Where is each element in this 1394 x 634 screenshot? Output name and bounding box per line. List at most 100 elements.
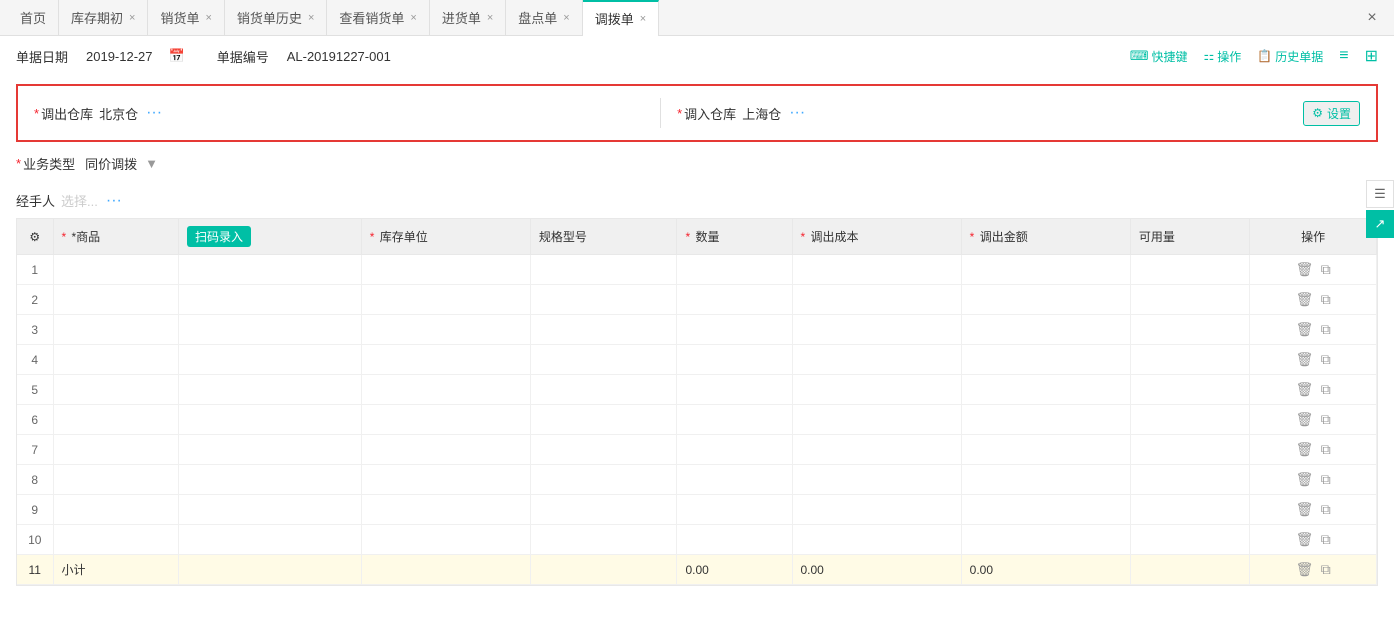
spec-cell-10[interactable] — [530, 525, 677, 555]
spec-cell-9[interactable] — [530, 495, 677, 525]
copy-icon-9[interactable]: ⧉ — [1321, 501, 1331, 517]
spec-cell-8[interactable] — [530, 465, 677, 495]
product-cell-1[interactable] — [53, 255, 179, 285]
amount-cell-8[interactable] — [961, 465, 1130, 495]
subtotal-delete-icon[interactable]: 🗑 — [1296, 561, 1314, 577]
amount-cell-5[interactable] — [961, 375, 1130, 405]
delete-icon-6[interactable]: 🗑 — [1296, 411, 1314, 427]
copy-icon-2[interactable]: ⧉ — [1321, 291, 1331, 307]
amount-cell-9[interactable] — [961, 495, 1130, 525]
product-cell-6[interactable] — [53, 405, 179, 435]
product-cell-9[interactable] — [53, 495, 179, 525]
layout-icon-1[interactable]: ≡ — [1339, 47, 1348, 65]
product-cell-5[interactable] — [53, 375, 179, 405]
delete-icon-3[interactable]: 🗑 — [1296, 321, 1314, 337]
calendar-icon[interactable]: 📅 — [169, 48, 185, 64]
tab-close-purchase[interactable]: × — [487, 12, 493, 24]
qty-cell-10[interactable] — [677, 525, 792, 555]
tab-close-inventory-check[interactable]: × — [563, 12, 569, 24]
cost-cell-2[interactable] — [792, 285, 961, 315]
operation-btn[interactable]: ⚏ 操作 — [1204, 48, 1242, 65]
tab-close-transfer[interactable]: × — [640, 13, 646, 25]
delete-icon-8[interactable]: 🗑 — [1296, 471, 1314, 487]
amount-cell-2[interactable] — [961, 285, 1130, 315]
subtotal-copy-icon[interactable]: ⧉ — [1321, 561, 1331, 577]
product-cell-7[interactable] — [53, 435, 179, 465]
delete-icon-1[interactable]: 🗑 — [1296, 261, 1314, 277]
product-cell-10[interactable] — [53, 525, 179, 555]
qty-cell-7[interactable] — [677, 435, 792, 465]
unit-cell-9[interactable] — [361, 495, 530, 525]
table-gear-icon[interactable]: ⚙ — [29, 230, 40, 244]
tab-inventory-check[interactable]: 盘点单 × — [506, 0, 582, 36]
unit-cell-3[interactable] — [361, 315, 530, 345]
window-close-button[interactable]: × — [1358, 4, 1386, 32]
amount-cell-6[interactable] — [961, 405, 1130, 435]
amount-cell-4[interactable] — [961, 345, 1130, 375]
qty-cell-2[interactable] — [677, 285, 792, 315]
spec-cell-4[interactable] — [530, 345, 677, 375]
business-dropdown-icon[interactable]: ▼ — [145, 156, 158, 171]
product-cell-2[interactable] — [53, 285, 179, 315]
unit-cell-6[interactable] — [361, 405, 530, 435]
spec-cell-5[interactable] — [530, 375, 677, 405]
copy-icon-10[interactable]: ⧉ — [1321, 531, 1331, 547]
layout-icon-2[interactable]: ⊞ — [1365, 46, 1378, 66]
scan-button[interactable]: 扫码录入 — [187, 226, 251, 247]
spec-cell-3[interactable] — [530, 315, 677, 345]
delete-icon-10[interactable]: 🗑 — [1296, 531, 1314, 547]
amount-cell-1[interactable] — [961, 255, 1130, 285]
settings-button[interactable]: ⚙ 设置 — [1303, 101, 1360, 126]
unit-cell-7[interactable] — [361, 435, 530, 465]
cost-cell-7[interactable] — [792, 435, 961, 465]
shortcut-btn[interactable]: ⌨ 快捷键 — [1130, 48, 1188, 65]
qty-cell-9[interactable] — [677, 495, 792, 525]
spec-cell-2[interactable] — [530, 285, 677, 315]
copy-icon-7[interactable]: ⧉ — [1321, 441, 1331, 457]
tab-inventory-init[interactable]: 库存期初 × — [59, 0, 148, 36]
tab-sales-history[interactable]: 销货单历史 × — [225, 0, 327, 36]
delete-icon-4[interactable]: 🗑 — [1296, 351, 1314, 367]
sidebar-list-icon[interactable]: ☰ — [1366, 180, 1394, 208]
spec-cell-6[interactable] — [530, 405, 677, 435]
copy-icon-5[interactable]: ⧉ — [1321, 381, 1331, 397]
delete-icon-7[interactable]: 🗑 — [1296, 441, 1314, 457]
handler-dots[interactable]: ··· — [106, 192, 122, 210]
copy-icon-8[interactable]: ⧉ — [1321, 471, 1331, 487]
spec-cell-1[interactable] — [530, 255, 677, 285]
cost-cell-6[interactable] — [792, 405, 961, 435]
cost-cell-4[interactable] — [792, 345, 961, 375]
qty-cell-6[interactable] — [677, 405, 792, 435]
tab-transfer[interactable]: 调拨单 × — [583, 0, 659, 36]
spec-cell-7[interactable] — [530, 435, 677, 465]
tab-sales-order[interactable]: 销货单 × — [148, 0, 224, 36]
tab-view-sales[interactable]: 查看销货单 × — [327, 0, 429, 36]
handler-input[interactable]: 选择... — [61, 191, 98, 210]
copy-icon-6[interactable]: ⧉ — [1321, 411, 1331, 427]
unit-cell-2[interactable] — [361, 285, 530, 315]
unit-cell-1[interactable] — [361, 255, 530, 285]
cost-cell-9[interactable] — [792, 495, 961, 525]
tab-close-inventory-init[interactable]: × — [129, 12, 135, 24]
amount-cell-10[interactable] — [961, 525, 1130, 555]
unit-cell-4[interactable] — [361, 345, 530, 375]
qty-cell-1[interactable] — [677, 255, 792, 285]
tab-close-view-sales[interactable]: × — [410, 12, 416, 24]
copy-icon-3[interactable]: ⧉ — [1321, 321, 1331, 337]
delete-icon-9[interactable]: 🗑 — [1296, 501, 1314, 517]
qty-cell-5[interactable] — [677, 375, 792, 405]
tab-close-sales-order[interactable]: × — [205, 12, 211, 24]
col-gear[interactable]: ⚙ — [17, 219, 53, 255]
sidebar-export-icon[interactable]: ↗ — [1366, 210, 1394, 238]
product-cell-8[interactable] — [53, 465, 179, 495]
amount-cell-7[interactable] — [961, 435, 1130, 465]
in-warehouse-dots[interactable]: ··· — [789, 104, 805, 122]
out-warehouse-dots[interactable]: ··· — [146, 104, 162, 122]
qty-cell-3[interactable] — [677, 315, 792, 345]
tab-close-sales-history[interactable]: × — [308, 12, 314, 24]
tab-purchase[interactable]: 进货单 × — [430, 0, 506, 36]
qty-cell-8[interactable] — [677, 465, 792, 495]
delete-icon-5[interactable]: 🗑 — [1296, 381, 1314, 397]
cost-cell-3[interactable] — [792, 315, 961, 345]
cost-cell-5[interactable] — [792, 375, 961, 405]
